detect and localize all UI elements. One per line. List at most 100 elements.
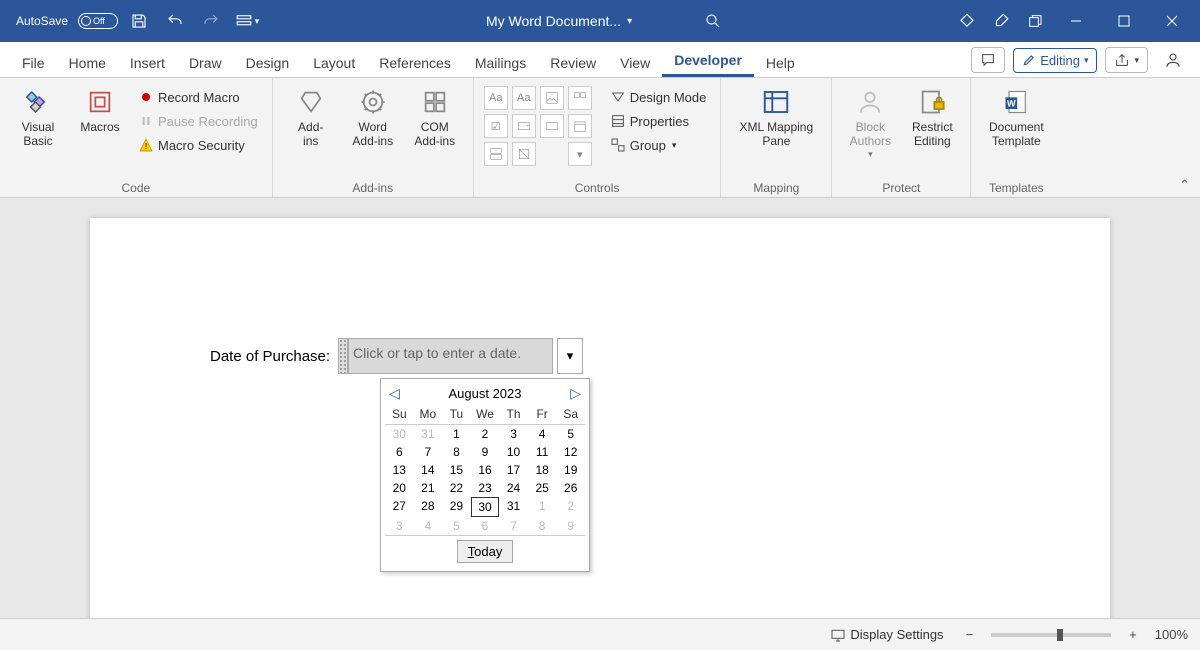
calendar-day[interactable]: 22 [442, 479, 471, 497]
calendar-day[interactable]: 11 [528, 443, 557, 461]
control-handle[interactable] [338, 338, 348, 374]
qat-customize-icon[interactable]: ▾ [232, 6, 262, 36]
calendar-day[interactable]: 24 [499, 479, 528, 497]
calendar-day[interactable]: 19 [556, 461, 585, 479]
calendar-day[interactable]: 9 [556, 517, 585, 535]
calendar-day[interactable]: 5 [442, 517, 471, 535]
xml-mapping-button[interactable]: XML Mapping Pane [731, 82, 821, 149]
document-page[interactable]: Date of Purchase: Click or tap to enter … [90, 218, 1110, 618]
calendar-day[interactable]: 10 [499, 443, 528, 461]
date-input-placeholder[interactable]: Click or tap to enter a date. [348, 338, 553, 374]
prev-month-icon[interactable]: ◁ [389, 385, 400, 402]
calendar-day[interactable]: 17 [499, 461, 528, 479]
calendar-day[interactable]: 14 [414, 461, 443, 479]
calendar-day[interactable]: 29 [442, 497, 471, 517]
tab-home[interactable]: Home [57, 47, 118, 77]
calendar-title[interactable]: August 2023 [448, 386, 521, 401]
comments-button[interactable] [971, 47, 1005, 73]
calendar-day[interactable]: 6 [471, 517, 500, 535]
combobox-control-icon[interactable] [512, 114, 536, 138]
tab-layout[interactable]: Layout [301, 47, 367, 77]
calendar-day[interactable]: 18 [528, 461, 557, 479]
zoom-slider[interactable] [991, 633, 1111, 637]
tab-insert[interactable]: Insert [118, 47, 177, 77]
tab-file[interactable]: File [10, 47, 57, 77]
calendar-day[interactable]: 2 [556, 497, 585, 517]
group-button[interactable]: Group▾ [606, 134, 711, 156]
display-settings-button[interactable]: Display Settings [826, 624, 947, 646]
visual-basic-button[interactable]: Visual Basic [10, 82, 66, 149]
tab-help[interactable]: Help [754, 47, 807, 77]
tab-developer[interactable]: Developer [662, 44, 754, 77]
date-dropdown-button[interactable]: ▾ [557, 338, 583, 374]
today-button[interactable]: Today [457, 540, 514, 563]
tab-draw[interactable]: Draw [177, 47, 234, 77]
redo-icon[interactable] [196, 6, 226, 36]
diamond-icon[interactable] [952, 6, 982, 36]
calendar-day[interactable]: 9 [471, 443, 500, 461]
tab-mailings[interactable]: Mailings [463, 47, 538, 77]
design-mode-button[interactable]: Design Mode [606, 86, 711, 108]
calendar-day[interactable]: 12 [556, 443, 585, 461]
calendar-day[interactable]: 2 [471, 425, 500, 443]
plain-text-control-icon[interactable]: Aa [512, 86, 536, 110]
calendar-day[interactable]: 20 [385, 479, 414, 497]
calendar-day[interactable]: 8 [442, 443, 471, 461]
search-icon[interactable] [698, 6, 728, 36]
calendar-day[interactable]: 4 [528, 425, 557, 443]
properties-button[interactable]: Properties [606, 110, 711, 132]
editing-mode-button[interactable]: Editing▾ [1013, 48, 1097, 73]
checkbox-control-icon[interactable]: ☑ [484, 114, 508, 138]
restore-window-icon[interactable] [1020, 6, 1050, 36]
com-addins-button[interactable]: COM Add-ins [407, 82, 463, 149]
calendar-day[interactable]: 31 [414, 425, 443, 443]
calendar-day[interactable]: 21 [414, 479, 443, 497]
zoom-out-button[interactable]: − [962, 627, 978, 642]
minimize-button[interactable] [1054, 6, 1098, 36]
calendar-day[interactable]: 28 [414, 497, 443, 517]
calendar-day[interactable]: 13 [385, 461, 414, 479]
restrict-editing-button[interactable]: Restrict Editing [904, 82, 960, 149]
calendar-day[interactable]: 16 [471, 461, 500, 479]
calendar-day[interactable]: 6 [385, 443, 414, 461]
calendar-day[interactable]: 26 [556, 479, 585, 497]
legacy-dropdown-icon[interactable]: ▾ [568, 142, 592, 166]
zoom-level[interactable]: 100% [1155, 627, 1188, 642]
calendar-day[interactable]: 8 [528, 517, 557, 535]
share-button[interactable]: ▾ [1105, 47, 1148, 73]
calendar-day[interactable]: 31 [499, 497, 528, 517]
calendar-day[interactable]: 3 [499, 425, 528, 443]
account-icon[interactable] [1156, 47, 1190, 73]
macros-button[interactable]: Macros [72, 82, 128, 134]
calendar-day[interactable]: 30 [385, 425, 414, 443]
repeating-section-control-icon[interactable] [484, 142, 508, 166]
word-addins-button[interactable]: Word Add-ins [345, 82, 401, 149]
record-macro-button[interactable]: Record Macro [134, 86, 262, 108]
calendar-day[interactable]: 5 [556, 425, 585, 443]
tab-references[interactable]: References [367, 47, 463, 77]
picture-control-icon[interactable] [540, 86, 564, 110]
collapse-ribbon-icon[interactable]: ⌃ [1179, 177, 1190, 193]
document-title[interactable]: My Word Document... [486, 13, 621, 29]
save-icon[interactable] [124, 6, 154, 36]
calendar-day[interactable]: 7 [499, 517, 528, 535]
controls-gallery[interactable]: Aa Aa ☑ ▾ [484, 86, 592, 166]
close-button[interactable] [1150, 6, 1194, 36]
addins-button[interactable]: Add- ins [283, 82, 339, 149]
calendar-day[interactable]: 3 [385, 517, 414, 535]
zoom-in-button[interactable]: + [1125, 627, 1141, 642]
brush-icon[interactable] [986, 6, 1016, 36]
next-month-icon[interactable]: ▷ [570, 385, 581, 402]
document-template-button[interactable]: W Document Template [981, 82, 1051, 149]
calendar-day[interactable]: 1 [528, 497, 557, 517]
tab-design[interactable]: Design [234, 47, 302, 77]
chevron-down-icon[interactable]: ▾ [627, 16, 632, 27]
autosave-toggle[interactable]: Off [78, 13, 118, 29]
block-authors-button[interactable]: Block Authors ▾ [842, 82, 898, 160]
calendar-day[interactable]: 25 [528, 479, 557, 497]
calendar-day[interactable]: 7 [414, 443, 443, 461]
tab-review[interactable]: Review [538, 47, 608, 77]
maximize-button[interactable] [1102, 6, 1146, 36]
date-picker-control[interactable]: Click or tap to enter a date. ▾ [338, 338, 583, 374]
undo-icon[interactable] [160, 6, 190, 36]
